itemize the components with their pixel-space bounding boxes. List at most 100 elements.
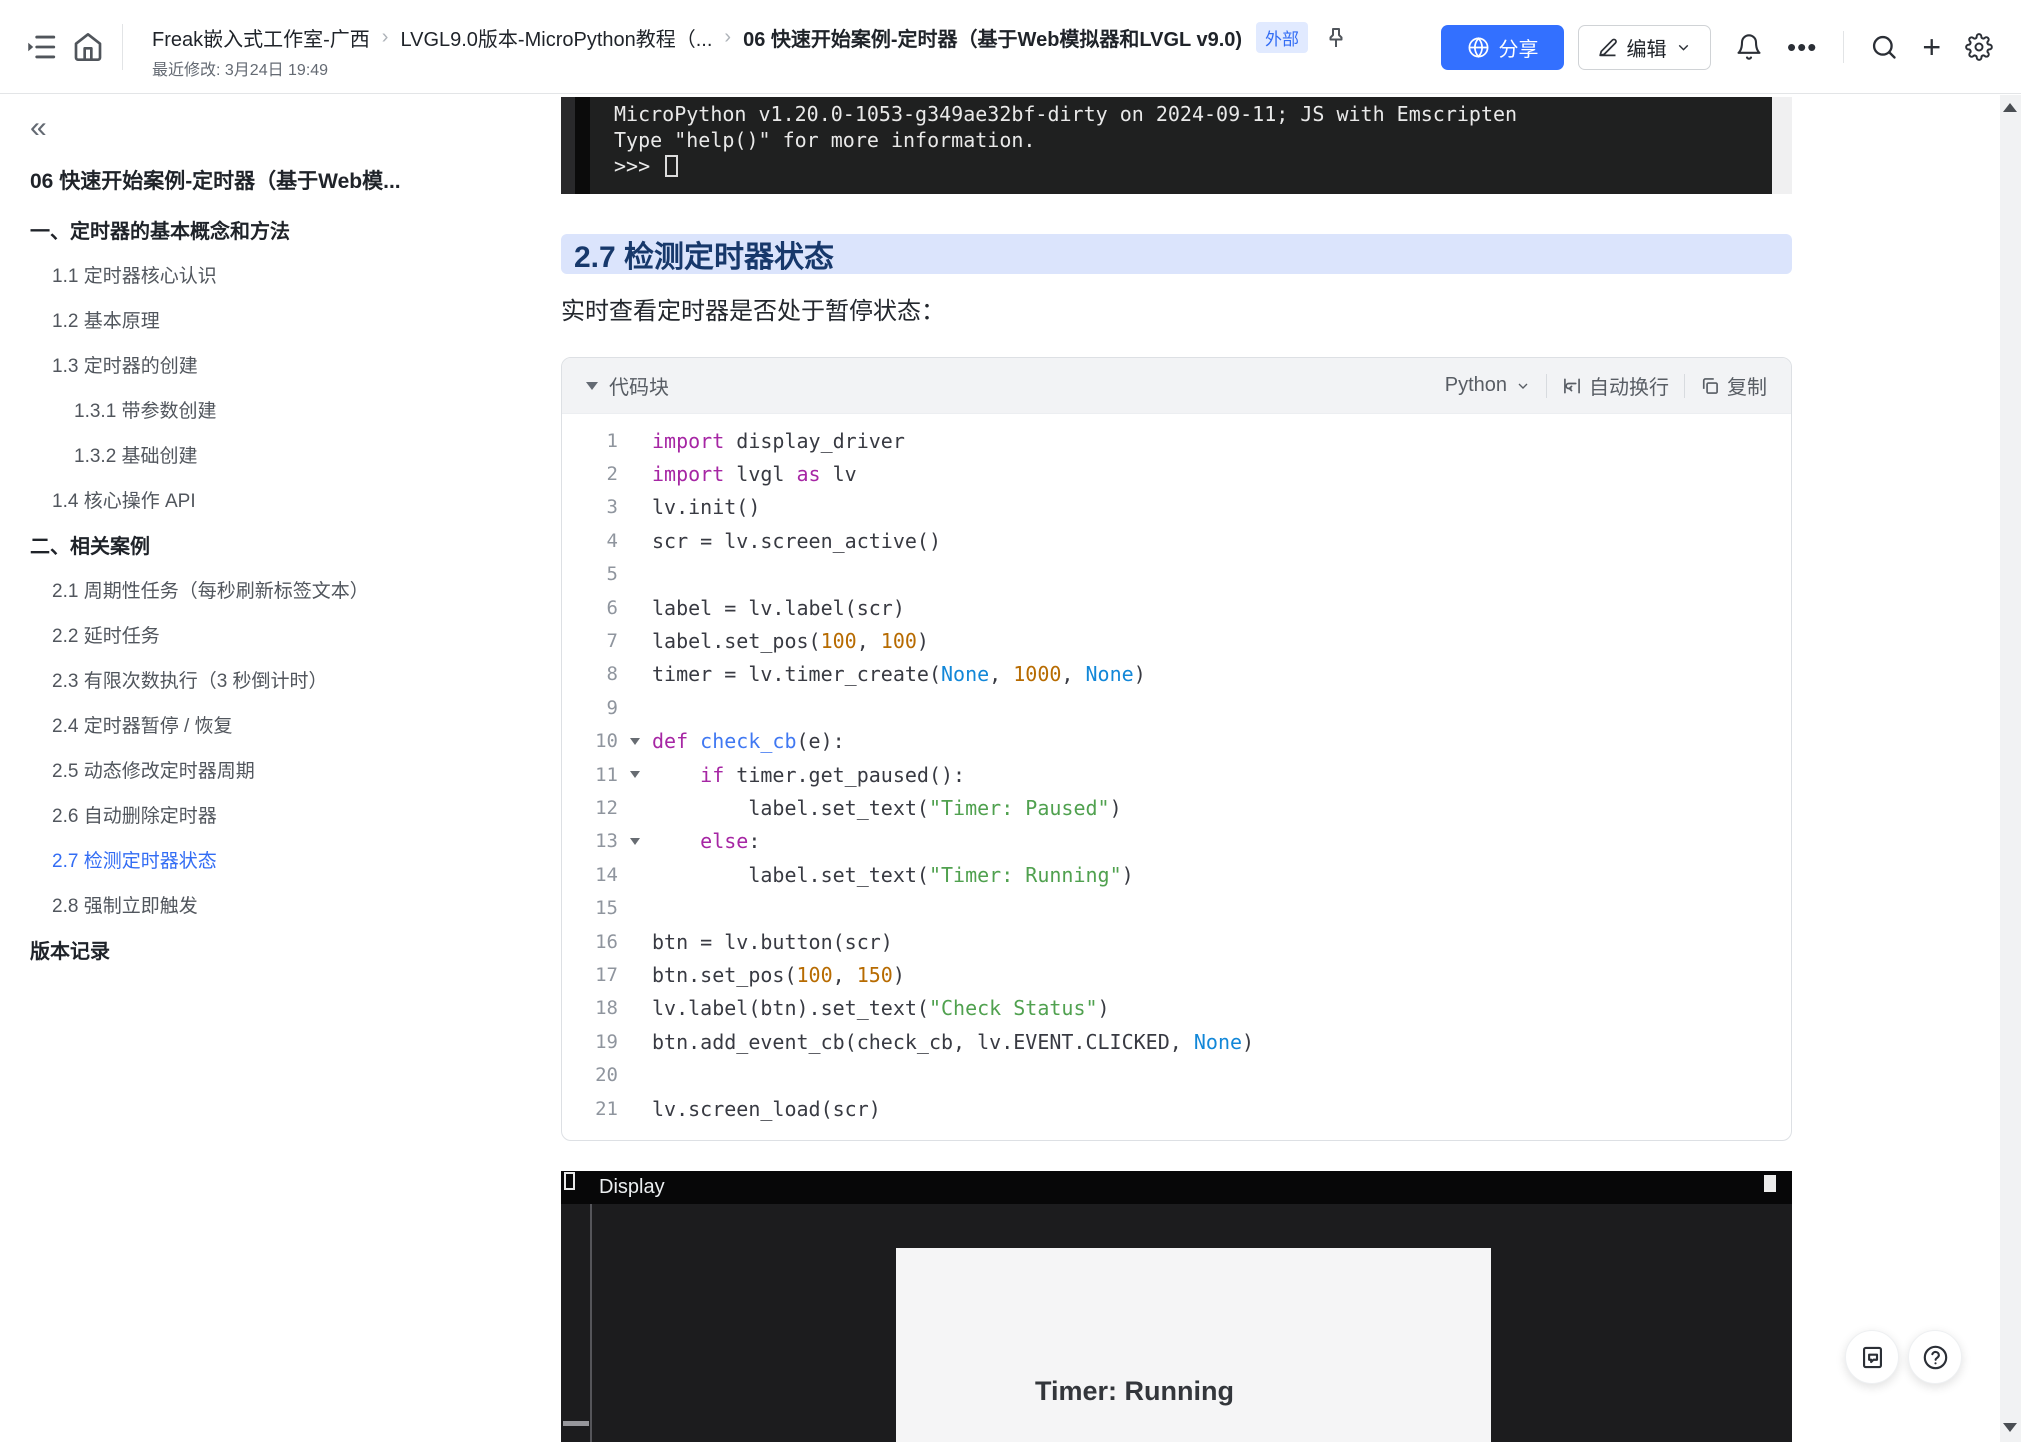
code-line: 8 timer = lv.timer_create(None, 1000, Non… (562, 658, 1791, 691)
code-line: 20 (562, 1058, 1791, 1091)
breadcrumb-item[interactable]: Freak嵌入式工作室-广西 (152, 23, 370, 52)
terminal-output[interactable]: MicroPython v1.20.0-1053-g349ae32bf-dirt… (590, 97, 1772, 194)
fold-toggle[interactable] (618, 771, 652, 779)
repl-terminal[interactable]: MicroPython v1.20.0-1053-g349ae32bf-dirt… (561, 97, 1792, 194)
copy-label: 复制 (1727, 377, 1767, 399)
fold-toggle[interactable] (618, 737, 652, 745)
notifications-bell-icon[interactable] (1735, 33, 1763, 61)
terminal-line: MicroPython v1.20.0-1053-g349ae32bf-dirt… (614, 102, 1518, 126)
toc-item[interactable]: 1.2 基本原理 (0, 297, 560, 342)
section-intro: 实时查看定时器是否处于暂停状态： (561, 298, 945, 325)
toc-item[interactable]: 版本记录 (0, 927, 560, 972)
scroll-up-arrow[interactable] (2003, 103, 2017, 112)
scroll-down-arrow[interactable] (2003, 1423, 2017, 1432)
settings-gear-icon[interactable] (1965, 33, 1993, 61)
collapse-sidebar-icon[interactable]: « (30, 111, 70, 145)
line-number: 20 (595, 1064, 618, 1087)
pin-icon[interactable] (1324, 26, 1348, 50)
code-block-header: 代码块 Python 自动换行 复制 (562, 358, 1791, 414)
fold-toggle[interactable] (618, 837, 652, 845)
code-block-title: 代码块 (609, 377, 669, 399)
toc-item[interactable]: 2.5 动态修改定时器周期 (0, 747, 560, 792)
topbar-divider (122, 24, 123, 70)
toc-item[interactable]: 2.6 自动删除定时器 (0, 792, 560, 837)
toc-item[interactable]: 一、定时器的基本概念和方法 (0, 207, 560, 252)
code-line: 2 import lvgl as lv (562, 457, 1791, 490)
toc-item[interactable]: 1.3.1 带参数创建 (0, 387, 560, 432)
edit-button[interactable]: 编辑 (1578, 24, 1711, 70)
toc-sidebar: « 06 快速开始案例-定时器（基于Web模... 一、定时器的基本概念和方法 1… (0, 95, 560, 1442)
terminal-prompt[interactable]: >>> (614, 153, 1772, 179)
code-text: btn.add_event_cb(check_cb, lv.EVENT.CLIC… (652, 1029, 1255, 1054)
code-line: 4 scr = lv.screen_active() (562, 524, 1791, 557)
sidebar-toggle-icon[interactable] (24, 30, 58, 64)
terminal-scroll-track[interactable] (1772, 97, 1792, 194)
share-label: 分享 (1498, 38, 1539, 61)
breadcrumb-separator: › (381, 26, 389, 48)
page-scrollbar[interactable] (2000, 95, 2021, 1442)
breadcrumb-item[interactable]: 06 快速开始案例-定时器（基于Web模拟器和LVGL v9.0) (743, 23, 1242, 52)
code-text: timer = lv.timer_create(None, 1000, None… (652, 662, 1146, 687)
code-line: 18 lv.label(btn).set_text("Check Status") (562, 992, 1791, 1025)
display-tab[interactable]: Display (599, 1176, 665, 1199)
help-button[interactable] (1908, 1330, 1962, 1384)
more-menu-icon[interactable]: ••• (1787, 33, 1817, 61)
topbar: Freak嵌入式工作室-广西 › LVGL9.0版本-MicroPython教程（.… (0, 0, 2021, 94)
toc-item[interactable]: 1.3.2 基础创建 (0, 432, 560, 477)
toc-item[interactable]: 2.7 检测定时器状态 (0, 837, 560, 882)
line-number: 5 (606, 563, 618, 586)
code-block-collapse[interactable]: 代码块 (586, 371, 669, 400)
code-line: 17 btn.set_pos(100, 150) (562, 958, 1791, 991)
word-wrap-button[interactable]: 自动换行 (1562, 371, 1669, 400)
line-number: 1 (606, 429, 618, 452)
code-line: 9 (562, 691, 1791, 724)
toc-item[interactable]: 1.4 核心操作 API (0, 477, 560, 522)
toc-item[interactable]: 2.1 周期性任务（每秒刷新标签文本） (0, 567, 560, 612)
line-number: 2 (606, 463, 618, 486)
code-line: 6 label = lv.label(scr) (562, 591, 1791, 624)
panel-corner-icon (564, 1172, 575, 1190)
display-scroll-strip[interactable] (561, 1204, 592, 1442)
line-number: 3 (606, 496, 618, 519)
code-text: def check_cb(e): (652, 729, 845, 754)
terminal-divider-bar (575, 97, 590, 194)
toc-item[interactable]: 2.2 延时任务 (0, 612, 560, 657)
fold-triangle-icon (630, 737, 640, 745)
line-number: 9 (606, 696, 618, 719)
home-icon[interactable] (72, 31, 104, 63)
simulator-display-panel[interactable]: Display Timer: Running (561, 1171, 1792, 1442)
new-doc-plus-icon[interactable]: + (1922, 31, 1941, 63)
feedback-button[interactable] (1845, 1330, 1899, 1384)
toc-item[interactable]: 1.3 定时器的创建 (0, 342, 560, 387)
collapse-triangle-icon (586, 381, 598, 390)
code-text: scr = lv.screen_active() (652, 528, 941, 553)
display-scroll-handle[interactable] (563, 1421, 589, 1426)
language-label: Python (1444, 374, 1507, 396)
copy-code-button[interactable]: 复制 (1700, 371, 1767, 400)
fold-triangle-icon (630, 837, 640, 845)
line-number: 21 (595, 1097, 618, 1120)
breadcrumb-item[interactable]: LVGL9.0版本-MicroPython教程（... (400, 23, 712, 52)
toc-item[interactable]: 二、相关案例 (0, 522, 560, 567)
code-line: 15 (562, 891, 1791, 924)
line-number: 6 (606, 596, 618, 619)
line-number: 15 (595, 897, 618, 920)
toc-item[interactable]: 2.3 有限次数执行（3 秒倒计时） (0, 657, 560, 702)
share-button[interactable]: 分享 (1441, 24, 1564, 70)
search-icon[interactable] (1870, 33, 1898, 61)
language-selector[interactable]: Python (1445, 374, 1531, 397)
terminal-line: Type "help()" for more information. (614, 128, 1036, 152)
code-block-body: 1 import display_driver 2 import lvgl as lv… (562, 414, 1791, 1125)
toc-doc-title[interactable]: 06 快速开始案例-定时器（基于Web模... (30, 165, 536, 195)
code-text: else: (700, 829, 761, 854)
feedback-doc-icon (1862, 1346, 1882, 1368)
controls-divider (1684, 373, 1685, 398)
line-number: 10 (595, 730, 618, 753)
panel-maximize-icon[interactable] (1764, 1175, 1776, 1192)
code-line: 3 lv.init() (562, 491, 1791, 524)
toc-item[interactable]: 2.8 强制立即触发 (0, 882, 560, 927)
toc-list: 一、定时器的基本概念和方法 1.1 定时器核心认识 1.2 基本原理 1.3 定时器的… (0, 207, 560, 972)
toc-item[interactable]: 1.1 定时器核心认识 (0, 252, 560, 297)
lvgl-screen[interactable]: Timer: Running (896, 1248, 1491, 1442)
toc-item[interactable]: 2.4 定时器暂停 / 恢复 (0, 702, 560, 747)
